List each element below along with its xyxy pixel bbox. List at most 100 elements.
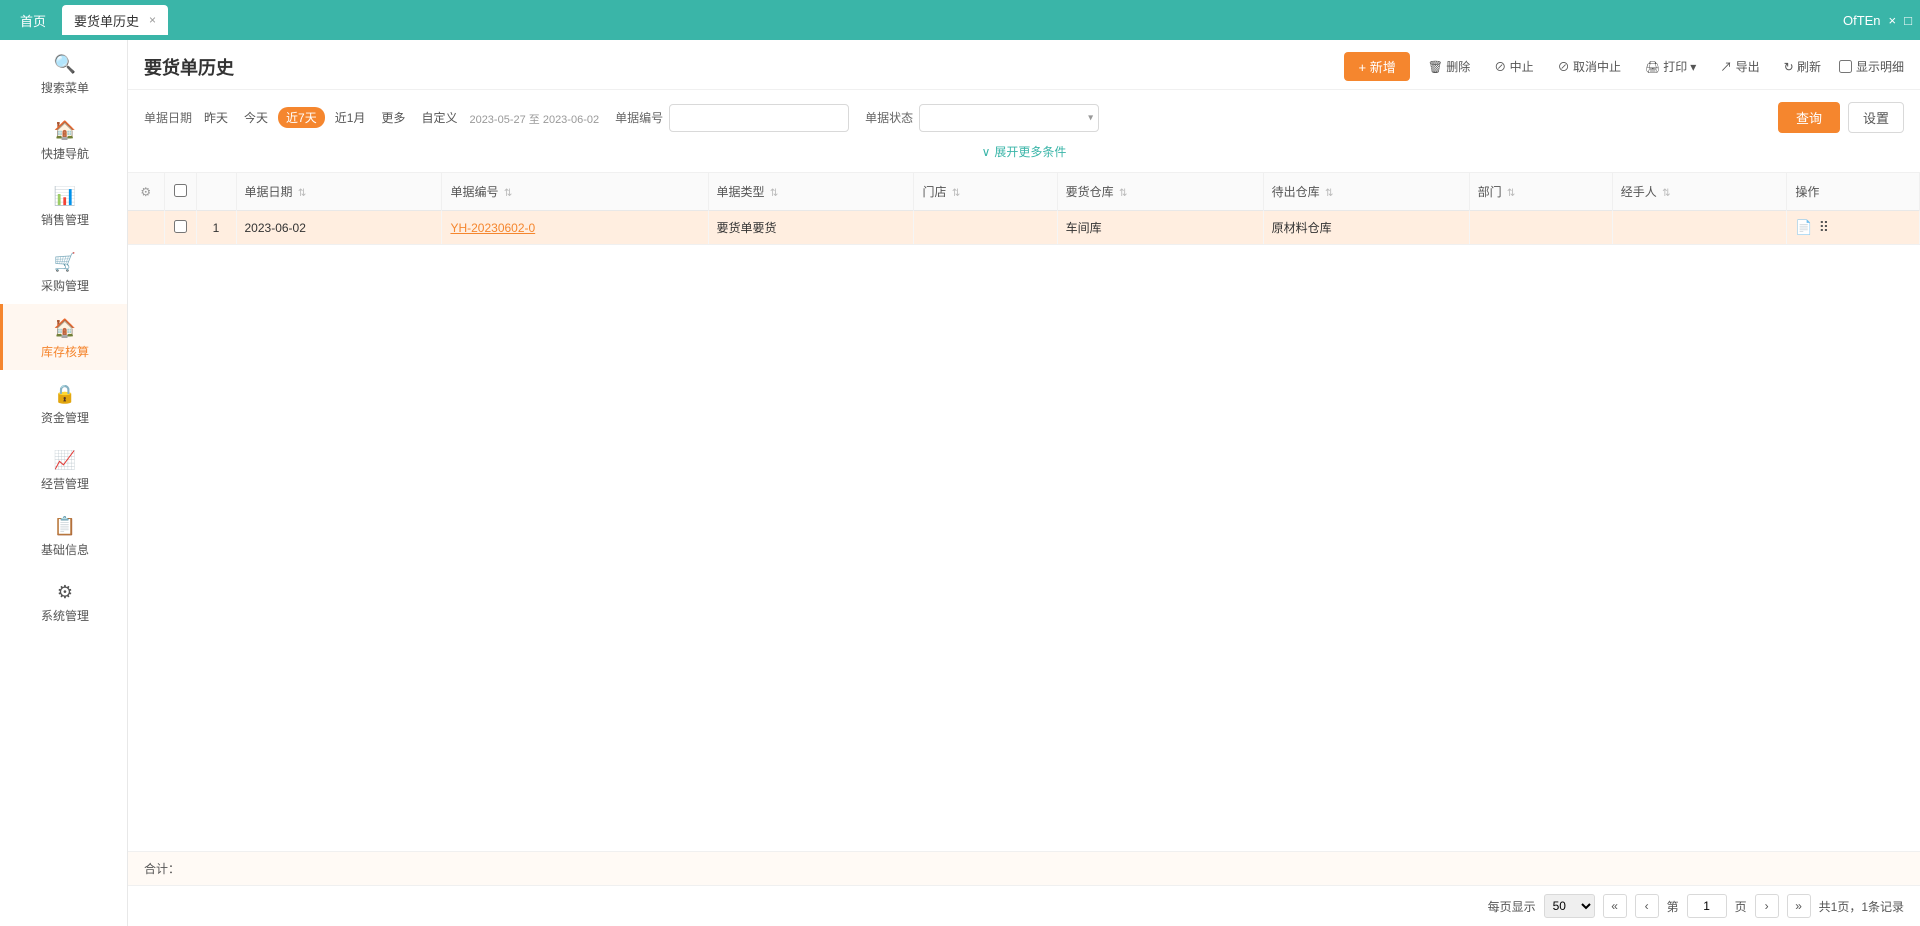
expand-more-btn[interactable]: ∨ 展开更多条件 xyxy=(974,139,1075,164)
row-handler xyxy=(1612,211,1787,245)
row-action: 📄 ⠿ xyxy=(1787,211,1920,245)
sort-icon-type[interactable]: ⇅ xyxy=(770,188,778,199)
date-btn-1month[interactable]: 近1月 xyxy=(329,107,372,128)
row-store xyxy=(914,211,1057,245)
display-detail-toggle[interactable]: 显示明细 xyxy=(1839,58,1904,75)
col-index xyxy=(196,173,236,211)
col-date: 单据日期 ⇅ xyxy=(236,173,442,211)
col-checkbox xyxy=(164,173,196,211)
inventory-icon: 🏠 xyxy=(54,318,76,339)
refresh-button[interactable]: ↻ 刷新 xyxy=(1778,54,1827,79)
cancel-stop-button[interactable]: ⊘ 取消中止 xyxy=(1552,54,1627,79)
display-detail-checkbox[interactable] xyxy=(1839,60,1852,73)
print-dropdown-icon: ▾ xyxy=(1690,60,1696,74)
add-button[interactable]: + 新增 xyxy=(1344,52,1409,81)
date-btn-more[interactable]: 更多 xyxy=(375,107,411,128)
page-number-input[interactable] xyxy=(1687,894,1727,918)
window-close-btn[interactable]: × xyxy=(1889,13,1897,28)
window-maximize-btn[interactable]: □ xyxy=(1904,13,1912,28)
table-footer: 合计： xyxy=(128,851,1920,885)
stop-button[interactable]: ⊘ 中止 xyxy=(1488,54,1539,79)
content-area: 要货单历史 + 新增 🗑 删除 ⊘ 中止 ⊘ 取消中止 🖨 打印 ▾ ↗ 导出 … xyxy=(128,40,1920,926)
tab-home[interactable]: 首页 xyxy=(8,5,58,35)
doc-status-select-wrapper: ▾ xyxy=(919,104,1099,132)
sort-icon-department[interactable]: ⇅ xyxy=(1507,188,1515,199)
operations-icon: 📈 xyxy=(54,450,76,471)
row-select-checkbox[interactable] xyxy=(174,220,187,233)
date-btn-yesterday[interactable]: 昨天 xyxy=(198,107,234,128)
table-body: 1 2023-06-02 YH-20230602-0 要货单要货 车间库 原材料… xyxy=(128,211,1920,245)
query-button[interactable]: 查询 xyxy=(1778,102,1840,133)
toolbar: + 新增 🗑 删除 ⊘ 中止 ⊘ 取消中止 🖨 打印 ▾ ↗ 导出 ↻ 刷新 显… xyxy=(1344,52,1904,81)
sidebar-item-basic-info[interactable]: 📋 基础信息 xyxy=(0,502,127,568)
date-btn-today[interactable]: 今天 xyxy=(238,107,274,128)
page-label-before: 第 xyxy=(1667,898,1679,915)
col-action: 操作 xyxy=(1787,173,1920,211)
sort-icon-store[interactable]: ⇅ xyxy=(952,188,960,199)
basic-info-icon: 📋 xyxy=(54,516,76,537)
sort-icon-req-warehouse[interactable]: ⇅ xyxy=(1119,188,1127,199)
row-number-link[interactable]: YH-20230602-0 xyxy=(450,221,535,235)
last-page-btn[interactable]: » xyxy=(1787,894,1811,918)
sort-icon-handler[interactable]: ⇅ xyxy=(1662,188,1670,199)
page-label-after: 页 xyxy=(1735,898,1747,915)
doc-status-select[interactable] xyxy=(919,104,1099,132)
sidebar-item-label: 快捷导航 xyxy=(41,145,89,162)
col-settings[interactable]: ⚙ xyxy=(128,173,164,211)
sidebar-item-operations[interactable]: 📈 经营管理 xyxy=(0,436,127,502)
often-label: OfTEn xyxy=(1843,13,1881,28)
chart-icon: 📊 xyxy=(54,186,76,207)
sidebar-item-label: 销售管理 xyxy=(41,211,89,228)
close-tab-icon[interactable]: × xyxy=(149,13,156,27)
select-all-checkbox[interactable] xyxy=(174,184,187,197)
sidebar-item-system[interactable]: ⚙ 系统管理 xyxy=(0,568,127,634)
sidebar-item-quick-nav[interactable]: 🏠 快捷导航 xyxy=(0,106,127,172)
sidebar-item-label: 经营管理 xyxy=(41,475,89,492)
doc-number-filter-group: 单据编号 xyxy=(615,104,849,132)
sidebar-item-finance[interactable]: 🔒 资金管理 xyxy=(0,370,127,436)
sidebar-item-purchase[interactable]: 🛒 采购管理 xyxy=(0,238,127,304)
col-department: 部门 ⇅ xyxy=(1469,173,1612,211)
doc-number-input[interactable] xyxy=(669,104,849,132)
col-number: 单据编号 ⇅ xyxy=(442,173,708,211)
top-bar: 首页 要货单历史 × OfTEn × □ xyxy=(0,0,1920,40)
filter-action-btns: 查询 设置 xyxy=(1778,102,1904,133)
col-req-warehouse: 要货仓库 ⇅ xyxy=(1057,173,1263,211)
sidebar-item-label: 库存核算 xyxy=(41,343,89,360)
prev-page-btn[interactable]: ‹ xyxy=(1635,894,1659,918)
sidebar-item-inventory[interactable]: 🏠 库存核算 xyxy=(0,304,127,370)
page-size-select[interactable]: 20 50 100 xyxy=(1544,894,1595,918)
tab-requisition-history[interactable]: 要货单历史 × xyxy=(62,5,168,35)
date-btn-custom[interactable]: 自定义 xyxy=(415,107,463,128)
settings-button[interactable]: 设置 xyxy=(1848,102,1904,133)
page-header: 要货单历史 + 新增 🗑 删除 ⊘ 中止 ⊘ 取消中止 🖨 打印 ▾ ↗ 导出 … xyxy=(128,40,1920,90)
print-icon: 🖨 xyxy=(1645,60,1660,74)
next-page-btn[interactable]: › xyxy=(1755,894,1779,918)
row-pending-warehouse: 原材料仓库 xyxy=(1263,211,1469,245)
print-button[interactable]: 🖨 打印 ▾ xyxy=(1639,54,1702,79)
sort-icon-pending-warehouse[interactable]: ⇅ xyxy=(1325,188,1333,199)
sidebar-item-search-menu[interactable]: 🔍 搜索菜单 xyxy=(0,40,127,106)
sidebar: 🔍 搜索菜单 🏠 快捷导航 📊 销售管理 🛒 采购管理 🏠 库存核算 🔒 资金管… xyxy=(0,40,128,926)
doc-status-label: 单据状态 xyxy=(865,109,913,126)
table-row: 1 2023-06-02 YH-20230602-0 要货单要货 车间库 原材料… xyxy=(128,211,1920,245)
first-page-btn[interactable]: « xyxy=(1603,894,1627,918)
filter-area: 单据日期 昨天 今天 近7天 近1月 更多 自定义 2023-05-27 至 2… xyxy=(128,90,1920,173)
filter-second-row: ∨ 展开更多条件 xyxy=(144,139,1904,164)
search-menu-icon: 🔍 xyxy=(54,54,76,75)
table-area: ⚙ 单据日期 ⇅ 单据编号 ⇅ xyxy=(128,173,1920,851)
sidebar-item-sales[interactable]: 📊 销售管理 xyxy=(0,172,127,238)
sidebar-item-label: 基础信息 xyxy=(41,541,89,558)
date-btn-7days[interactable]: 近7天 xyxy=(278,107,325,128)
more-icon[interactable]: ⠿ xyxy=(1819,219,1829,236)
date-quick-btns: 昨天 今天 近7天 近1月 更多 自定义 xyxy=(198,107,463,128)
delete-button[interactable]: 🗑 删除 xyxy=(1422,54,1477,79)
export-button[interactable]: ↗ 导出 xyxy=(1714,54,1765,79)
sort-icon-date[interactable]: ⇅ xyxy=(298,188,306,199)
data-table: ⚙ 单据日期 ⇅ 单据编号 ⇅ xyxy=(128,173,1920,245)
col-pending-warehouse: 待出仓库 ⇅ xyxy=(1263,173,1469,211)
edit-icon[interactable]: 📄 xyxy=(1795,219,1812,236)
page-size-label: 每页显示 xyxy=(1488,898,1536,915)
sort-icon-number[interactable]: ⇅ xyxy=(504,188,512,199)
lock-icon: 🔒 xyxy=(54,384,76,405)
